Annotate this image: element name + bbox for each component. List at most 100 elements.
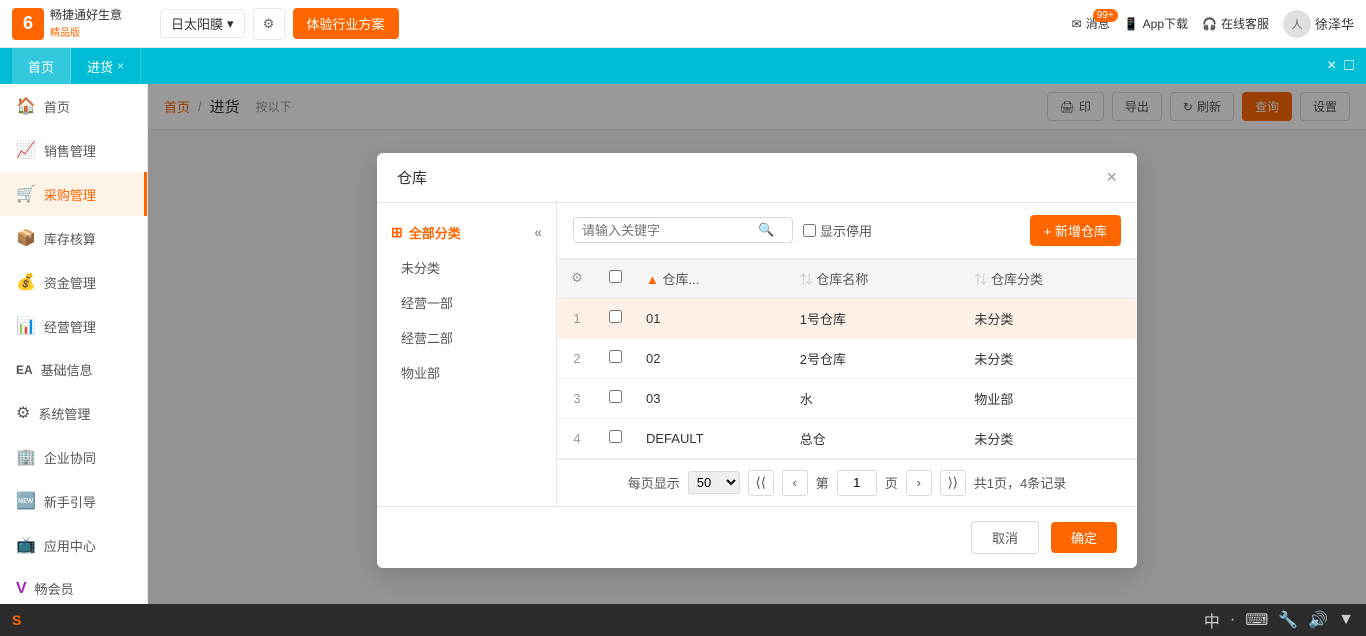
modal-close-button[interactable]: × [1106,167,1117,188]
row-name-2: 2号仓库 [788,338,963,378]
category-tree: ⊞ 全部分类 « 未分类 经营一部 经营二部 [377,203,557,506]
nav-expand-button[interactable]: □ [1344,57,1354,75]
nav-close-button[interactable]: × [1327,57,1336,75]
sidebar-item-home[interactable]: 🏠 首页 [0,84,147,128]
nav-tab-purchase[interactable]: 进货 × [71,48,141,84]
page-prev-button[interactable]: ‹ [782,470,808,496]
tree-item-dept2[interactable]: 经营二部 [377,320,556,355]
messages-button[interactable]: ✉ 消息 99+ [1072,15,1110,32]
col-checkbox [597,259,634,299]
row-category-2: 未分类 [962,338,1137,378]
page-last-button[interactable]: ⟩⟩ [940,470,966,496]
system-icon: ⚙ [16,403,30,423]
sales-icon: 📈 [16,140,36,160]
table-head: ⚙ ▲ 仓库... [557,259,1137,299]
headset-icon: 🎧 [1202,17,1217,31]
sidebar-item-finance[interactable]: 💰 资金管理 [0,260,147,304]
modal-body: ⊞ 全部分类 « 未分类 经营一部 经营二部 [377,203,1137,506]
sidebar-item-sales[interactable]: 📈 销售管理 [0,128,147,172]
row-check-2[interactable] [597,338,634,378]
table-row[interactable]: 1 01 1号仓库 未分类 [557,298,1137,338]
per-page-label: 每页显示 [628,473,680,492]
apps-icon: 📺 [16,535,36,555]
tree-root[interactable]: ⊞ 全部分类 « [377,215,556,250]
table-row[interactable]: 3 03 水 物业部 [557,378,1137,418]
page-first-button[interactable]: ⟨⟨ [748,470,774,496]
ime-icon[interactable]: 中 [1204,608,1220,632]
chevron-down-icon: ▾ [227,16,234,32]
row-check-4[interactable] [597,418,634,458]
sidebar-item-system[interactable]: ⚙ 系统管理 [0,391,147,435]
nav-tab-home[interactable]: 首页 [12,48,71,84]
category-icon: ⊞ [391,224,403,241]
col-category-header: ⇅ 仓库分类 [962,259,1137,299]
row-check-1[interactable] [597,298,634,338]
select-all-checkbox[interactable] [609,270,622,283]
basic-info-icon: EA [16,363,33,377]
username: 徐泽华 [1315,14,1354,33]
modal-toolbar: 🔍 显示停用 + 新增仓库 [557,203,1137,259]
keyboard-icon[interactable]: ⌨ [1245,610,1268,630]
show-disabled-checkbox[interactable] [803,224,816,237]
gear-button[interactable]: ⚙ [253,8,285,40]
modal-title: 仓库 [397,167,427,188]
tree-item-dept1[interactable]: 经营一部 [377,285,556,320]
row-check-3[interactable] [597,378,634,418]
dot-icon[interactable]: · [1230,611,1235,629]
nav-tab-close-icon[interactable]: × [117,59,124,73]
per-page-select[interactable]: 50 100 200 [688,471,740,494]
guide-icon: 🆕 [16,491,36,511]
app-download-button[interactable]: 📱 App下载 [1124,15,1188,32]
sidebar-item-purchase[interactable]: 🛒 采购管理 [0,172,147,216]
content-area: 首页 / 进货 按以下 🖨印 导出 ↻刷新 查询 设置 仓库 × [148,84,1366,636]
header-right: ✉ 消息 99+ 📱 App下载 🎧 在线客服 人 徐泽华 [1072,10,1354,38]
sidebar-item-enterprise[interactable]: 🏢 企业协同 [0,435,147,479]
page-next-button[interactable]: › [906,470,932,496]
online-service-button[interactable]: 🎧 在线客服 [1202,15,1269,32]
modal-table: ⚙ ▲ 仓库... [557,259,1137,459]
sidebar-item-guide[interactable]: 🆕 新手引导 [0,479,147,523]
row-name-4: 总仓 [788,418,963,458]
tree-collapse-button[interactable]: « [534,224,542,240]
sidebar-item-inventory[interactable]: 📦 库存核算 [0,216,147,260]
sort-icon2: ⇅ [800,272,813,287]
more-icon[interactable]: ▼ [1338,611,1354,629]
confirm-button[interactable]: 确定 [1051,522,1117,553]
avatar: 人 [1283,10,1311,38]
modal-footer: 取消 确定 [377,506,1137,568]
search-icon[interactable]: 🔍 [758,222,774,238]
try-industry-button[interactable]: 体验行业方案 [293,8,399,39]
bottom-taskbar: S 中 · ⌨ 🔧 🔊 ▼ [0,604,1366,636]
tree-item-property[interactable]: 物业部 [377,355,556,390]
row-code-2: 02 [634,338,788,378]
row-num-1: 1 [557,298,597,338]
sidebar-item-operations[interactable]: 📊 经营管理 [0,304,147,348]
row-code-3: 03 [634,378,788,418]
logo-area: 6 畅捷通好生意 精品版 [12,8,160,40]
store-name: 日太阳膜 [171,14,223,33]
tree-item-uncategorized[interactable]: 未分类 [377,250,556,285]
row-num-3: 3 [557,378,597,418]
cancel-button[interactable]: 取消 [971,521,1039,554]
gear-icon: ⚙ [263,16,275,32]
row-category-4: 未分类 [962,418,1137,458]
header-mid: 日太阳膜 ▾ ⚙ 体验行业方案 [160,8,1072,40]
table-row[interactable]: 2 02 2号仓库 未分类 [557,338,1137,378]
tools-icon[interactable]: 🔧 [1278,610,1298,630]
page-number-input[interactable] [837,470,877,496]
search-input[interactable] [582,223,752,238]
volume-icon[interactable]: 🔊 [1308,610,1328,630]
row-category-1: 未分类 [962,298,1137,338]
show-disabled-label[interactable]: 显示停用 [803,221,872,240]
modal-right-panel: 🔍 显示停用 + 新增仓库 [557,203,1137,506]
home-icon: 🏠 [16,96,36,116]
top-header: 6 畅捷通好生意 精品版 日太阳膜 ▾ ⚙ 体验行业方案 ✉ 消息 99+ 📱 … [0,0,1366,48]
warehouse-table: ⚙ ▲ 仓库... [557,259,1137,459]
table-row[interactable]: 4 DEFAULT 总仓 未分类 [557,418,1137,458]
operations-icon: 📊 [16,316,36,336]
sidebar-item-basic-info[interactable]: EA 基础信息 [0,348,147,391]
sidebar-item-apps[interactable]: 📺 应用中心 [0,523,147,567]
user-area[interactable]: 人 徐泽华 [1283,10,1354,38]
store-selector[interactable]: 日太阳膜 ▾ [160,9,245,38]
add-warehouse-button[interactable]: + 新增仓库 [1030,215,1121,246]
